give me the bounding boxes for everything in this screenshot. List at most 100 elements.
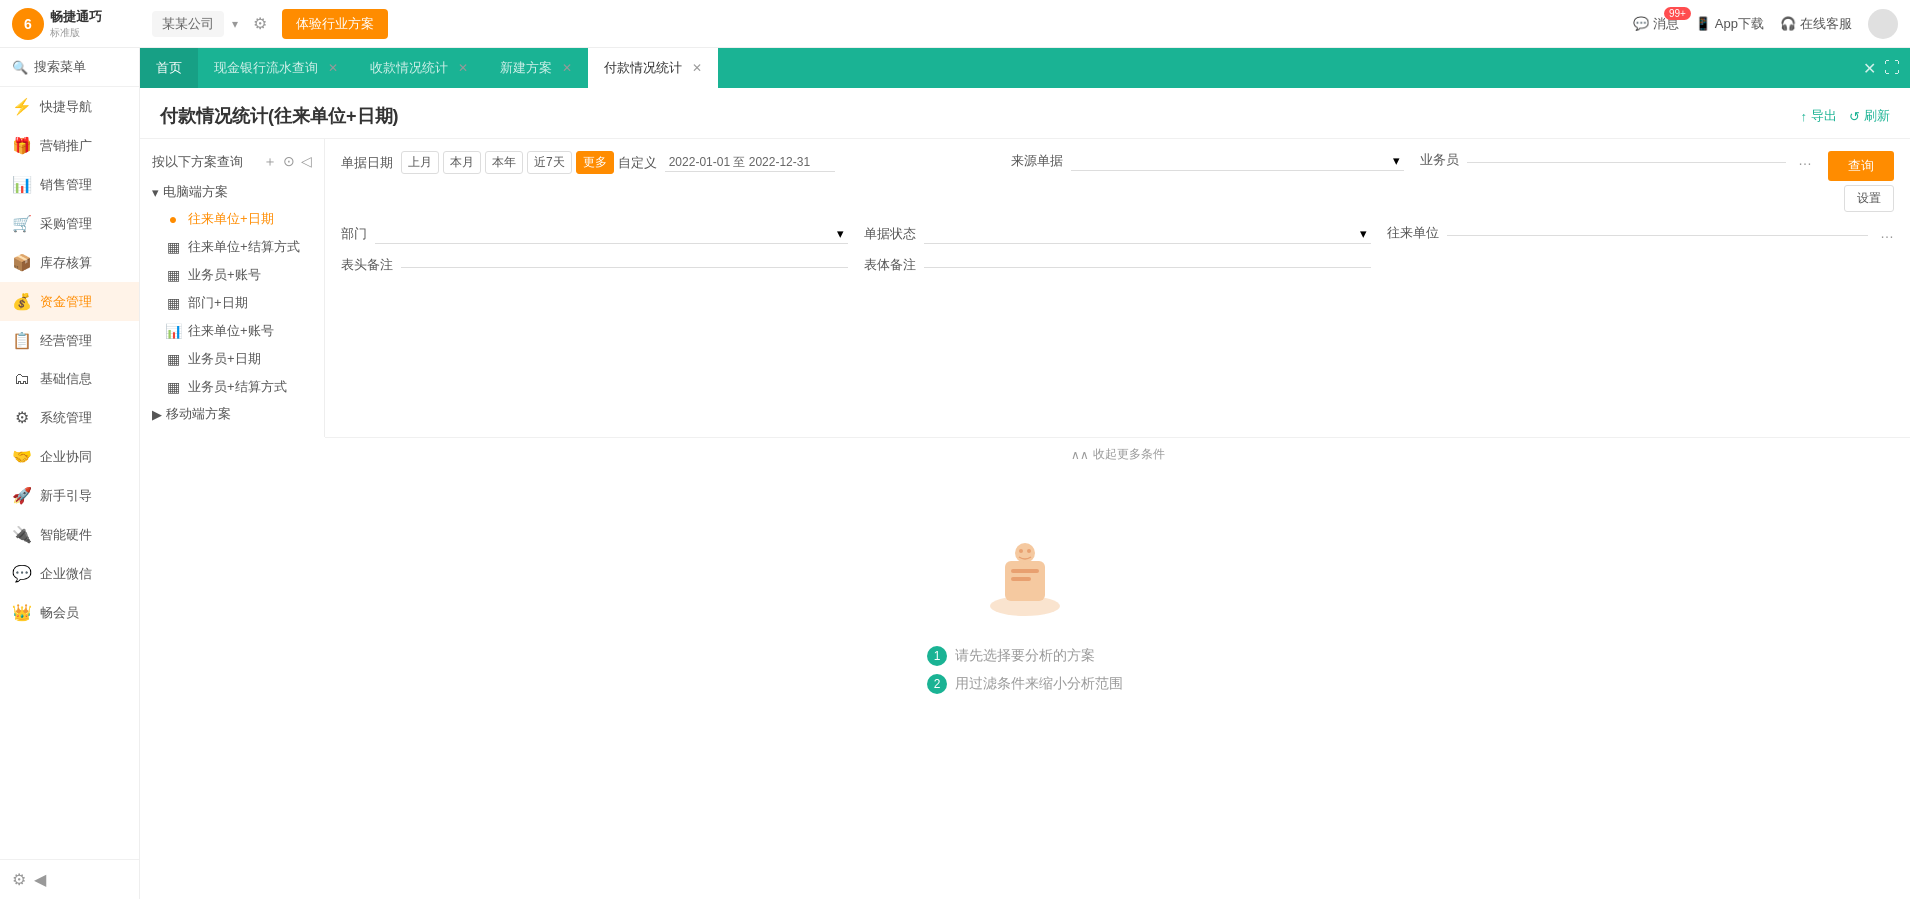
refresh-button[interactable]: ↺ 刷新 [1849,107,1890,125]
empty-illustration [975,531,1075,634]
staff-settle-icon: ▦ [164,379,182,395]
preset-7days[interactable]: 近7天 [527,151,572,174]
settings-footer-icon[interactable]: ⚙ [12,870,26,889]
sidebar-label-system: 系统管理 [40,409,92,427]
source-select-wrapper[interactable]: ▾ [1071,151,1403,171]
settings-icon[interactable]: ⚙ [246,10,274,38]
tab-payment[interactable]: 付款情况统计 ✕ [588,48,718,88]
desktop-group[interactable]: ▾ 电脑端方案 [140,179,324,205]
sidebar-item-hardware[interactable]: 🔌 智能硬件 [0,515,139,554]
source-select-input[interactable] [1075,154,1392,168]
body-note-input[interactable] [924,263,1371,268]
tab-cash[interactable]: 现金银行流水查询 ✕ [198,48,354,88]
company-chevron-icon[interactable]: ▾ [232,17,238,31]
sidebar-label-guide: 新手引导 [40,487,92,505]
collapse-button[interactable]: ∧∧ 收起更多条件 [1071,446,1165,463]
svg-point-6 [1027,549,1031,553]
sidebar-item-system[interactable]: ⚙ 系统管理 [0,398,139,437]
tab-home[interactable]: 首页 [140,48,198,88]
scheme-item-staff-account[interactable]: ▦ 业务员+账号 [140,261,324,289]
filter-row-3: 表头备注 表体备注 [341,256,1894,274]
search-menu[interactable]: 🔍 搜索菜单 [0,48,139,87]
sidebar-item-purchase[interactable]: 🛒 采购管理 [0,204,139,243]
header-note-label: 表头备注 [341,256,393,274]
maximize-icon[interactable]: ⛶ [1884,59,1900,77]
scheme-item-unit-settle[interactable]: ▦ 往来单位+结算方式 [140,233,324,261]
tab-receipt-close-icon[interactable]: ✕ [458,61,468,75]
sidebar-label-enterprise: 企业协同 [40,448,92,466]
dept-group: 部门 ▾ [341,224,848,244]
tab-receipt[interactable]: 收款情况统计 ✕ [354,48,484,88]
scheme-item-staff-settle[interactable]: ▦ 业务员+结算方式 [140,373,324,401]
app-download-action[interactable]: 📱 App下载 [1695,15,1764,33]
tab-payment-close-icon[interactable]: ✕ [692,61,702,75]
doc-status-select-wrapper[interactable]: ▾ [924,224,1371,244]
tab-new-scheme-close-icon[interactable]: ✕ [562,61,572,75]
filter-form: 单据日期 上月 本月 本年 近7天 更多 自定义 [325,139,1910,437]
unit-ellipsis-icon[interactable]: … [1880,225,1894,241]
doc-status-group: 单据状态 ▾ [864,224,1371,244]
hardware-icon: 🔌 [12,525,32,544]
settings-button[interactable]: 设置 [1844,185,1894,212]
date-range-input[interactable] [665,153,835,172]
download-icon: 📱 [1695,16,1711,31]
sidebar-item-marketing[interactable]: 🎁 营销推广 [0,126,139,165]
preset-this-month[interactable]: 本月 [443,151,481,174]
company-selector[interactable]: 某某公司 [152,11,224,37]
staff-input[interactable] [1467,158,1786,163]
settings-scheme-icon[interactable]: ⊙ [283,153,295,171]
preset-last-month[interactable]: 上月 [401,151,439,174]
tab-cash-close-icon[interactable]: ✕ [328,61,338,75]
unit-account-icon: 📊 [164,323,182,339]
collapse-sidebar-icon[interactable]: ◀ [34,870,46,889]
close-tab-icon[interactable]: ✕ [1863,59,1876,78]
avatar[interactable] [1868,9,1898,39]
wechat-icon: 💬 [12,564,32,583]
query-button[interactable]: 查询 [1828,151,1894,181]
add-scheme-icon[interactable]: ＋ [263,153,277,171]
staff-group: 业务员 … [1420,151,1812,169]
desktop-group-label: 电脑端方案 [163,183,228,201]
header-right: 💬 消息 99+ 📱 App下载 🎧 在线客服 [1633,9,1898,39]
refresh-label: 刷新 [1864,107,1890,125]
doc-status-label: 单据状态 [864,225,916,243]
dept-select-input[interactable] [379,227,837,241]
staff-ellipsis-icon[interactable]: … [1798,152,1812,168]
sidebar-item-guide[interactable]: 🚀 新手引导 [0,476,139,515]
sidebar-item-inventory[interactable]: 📦 库存核算 [0,243,139,282]
header-note-input[interactable] [401,263,848,268]
sidebar-item-fund[interactable]: 💰 资金管理 [0,282,139,321]
collapse-scheme-icon[interactable]: ◁ [301,153,312,171]
scheme-item-unit-account[interactable]: 📊 往来单位+账号 [140,317,324,345]
sidebar-item-enterprise[interactable]: 🤝 企业协同 [0,437,139,476]
export-button[interactable]: ↑ 导出 [1801,107,1838,125]
tab-new-scheme[interactable]: 新建方案 ✕ [484,48,588,88]
source-chevron-icon: ▾ [1393,153,1400,168]
empty-tips: 1 请先选择要分析的方案 2 用过滤条件来缩小分析范围 [927,646,1123,694]
sidebar-label-member: 畅会员 [40,604,79,622]
doc-status-chevron-icon: ▾ [1360,226,1367,241]
trial-button[interactable]: 体验行业方案 [282,9,388,39]
dept-select-wrapper[interactable]: ▾ [375,224,848,244]
preset-more[interactable]: 更多 [576,151,614,174]
svg-rect-2 [1011,569,1039,573]
sidebar-item-sales[interactable]: 📊 销售管理 [0,165,139,204]
doc-status-input[interactable] [928,227,1360,241]
mobile-group[interactable]: ▶ 移动端方案 [140,401,324,427]
sidebar-item-basic[interactable]: 🗂 基础信息 [0,360,139,398]
sidebar-item-member[interactable]: 👑 畅会员 [0,593,139,632]
online-service-action[interactable]: 🎧 在线客服 [1780,15,1852,33]
unit-input[interactable] [1447,231,1868,236]
message-action[interactable]: 💬 消息 99+ [1633,15,1679,33]
tab-receipt-label: 收款情况统计 [370,59,448,77]
scheme-item-dept-date[interactable]: ▦ 部门+日期 [140,289,324,317]
preset-this-year[interactable]: 本年 [485,151,523,174]
fund-icon: 💰 [12,292,32,311]
scheme-item-unit-date[interactable]: ● 往来单位+日期 [140,205,324,233]
scheme-item-staff-date[interactable]: ▦ 业务员+日期 [140,345,324,373]
sidebar-item-wechat[interactable]: 💬 企业微信 [0,554,139,593]
sidebar-item-operations[interactable]: 📋 经营管理 [0,321,139,360]
tab-bar: 首页 现金银行流水查询 ✕ 收款情况统计 ✕ 新建方案 ✕ 付款情况统计 ✕ ✕… [140,48,1910,88]
export-icon: ↑ [1801,109,1808,124]
sidebar-item-shortcut[interactable]: ⚡ 快捷导航 [0,87,139,126]
